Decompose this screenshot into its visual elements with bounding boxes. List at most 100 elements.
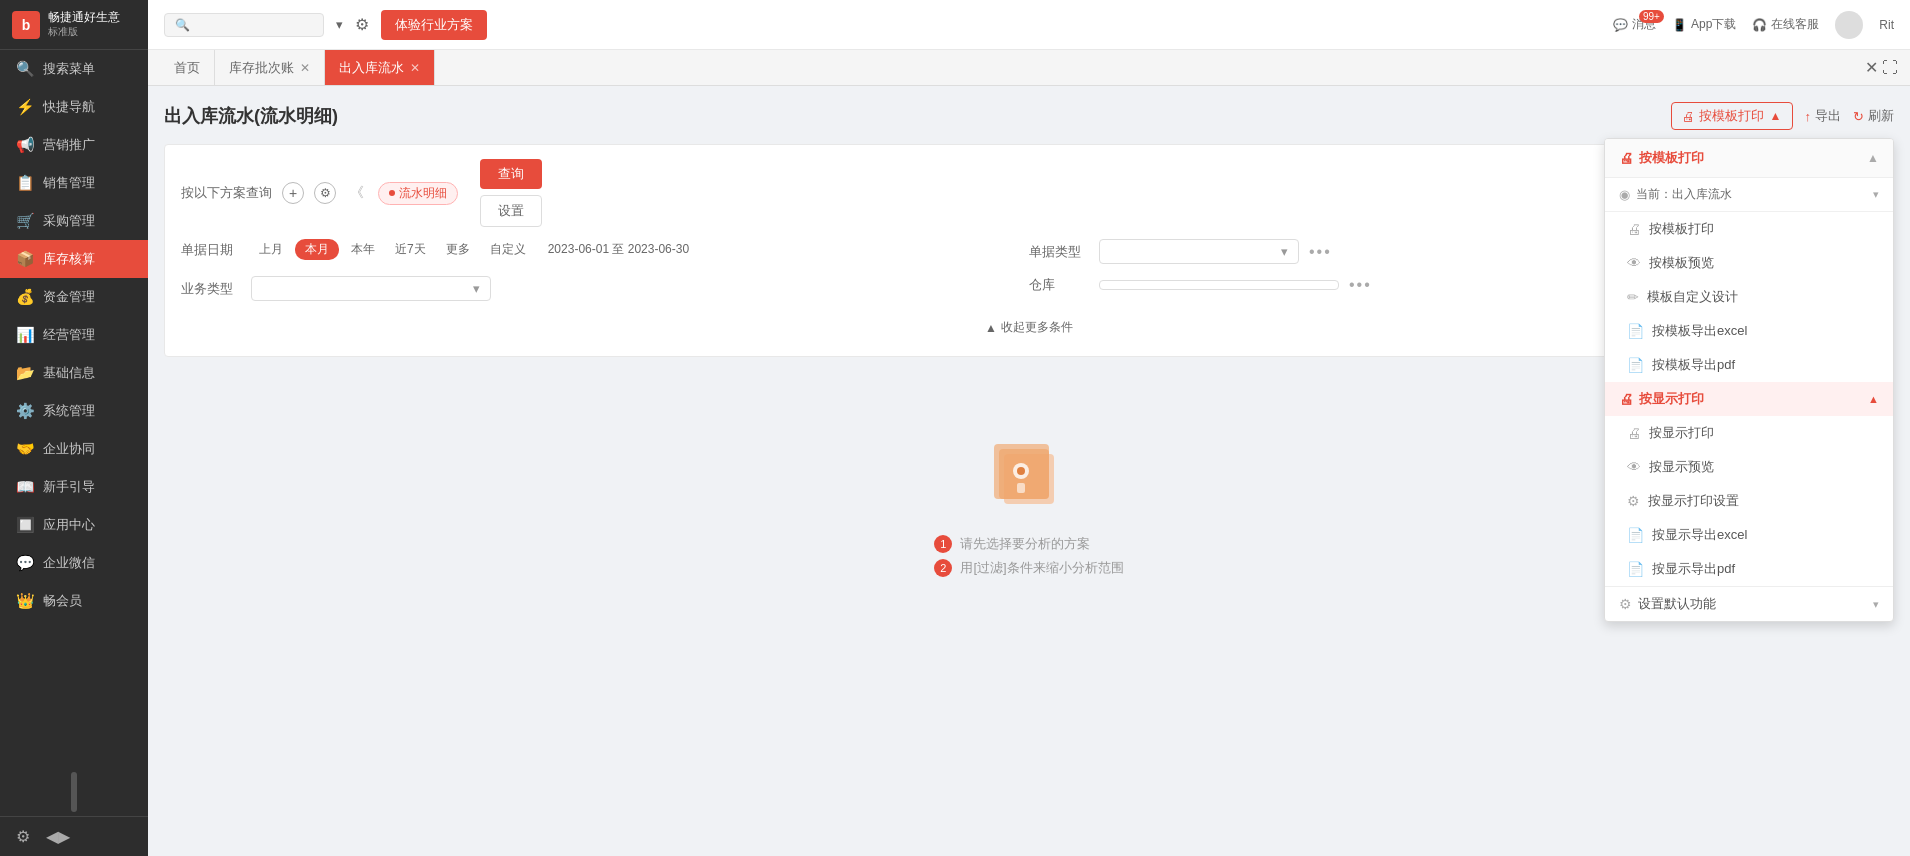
print-icon: 🖨 [1682, 109, 1695, 124]
sidebar-item-sales[interactable]: 📋 销售管理 [0, 164, 148, 202]
message-button[interactable]: 💬 消息 99+ [1613, 16, 1656, 33]
settings-button[interactable]: 设置 [480, 195, 542, 227]
pd-item-export-pdf-display[interactable]: 📄 按显示导出pdf [1605, 552, 1893, 586]
pd-item-print-display[interactable]: 🖨 按显示打印 [1605, 416, 1893, 450]
sidebar-item-inventory[interactable]: 📦 库存核算 [0, 240, 148, 278]
step-1: 1 请先选择要分析的方案 [934, 535, 1123, 553]
sidebar-item-label: 基础信息 [43, 364, 95, 382]
search-box[interactable]: 🔍 [164, 13, 324, 37]
online-service-button[interactable]: 🎧 在线客服 [1752, 16, 1819, 33]
enterprise-icon: 🤝 [16, 440, 35, 458]
display-section-title: 🖨 按显示打印 [1619, 390, 1704, 408]
sidebar-item-enterprise[interactable]: 🤝 企业协同 [0, 430, 148, 468]
print-dropdown-collapse-icon[interactable]: ▲ [1867, 151, 1879, 165]
collapse-sidebar-icon[interactable]: ◀▶ [46, 827, 70, 846]
print-chevron-icon[interactable]: ▲ [1770, 109, 1782, 123]
main-area: 🔍 ▾ ⚙ 体验行业方案 💬 消息 99+ 📱 App下载 🎧 在线客服 Rit [148, 0, 1910, 856]
pd-item-print-template[interactable]: 🖨 按模板打印 [1605, 212, 1893, 246]
query-button[interactable]: 查询 [480, 159, 542, 189]
refresh-button[interactable]: ↻ 刷新 [1853, 107, 1894, 125]
expand-tabs-button[interactable]: ⛶ [1882, 59, 1898, 77]
inventory-icon: 📦 [16, 250, 35, 268]
design-item-icon: ✏ [1627, 289, 1639, 305]
tab-batch-account[interactable]: 库存批次账 ✕ [215, 50, 325, 85]
filter-collapse-button[interactable]: 《 [346, 182, 368, 204]
sidebar-item-wechat[interactable]: 💬 企业微信 [0, 544, 148, 582]
filter-add-button[interactable]: + [282, 182, 304, 204]
export-button[interactable]: ↑ 导出 [1805, 107, 1842, 125]
sidebar-item-basics[interactable]: 📂 基础信息 [0, 354, 148, 392]
sidebar-item-marketing[interactable]: 📢 营销推广 [0, 126, 148, 164]
biz-type-select[interactable]: ▾ [251, 276, 491, 301]
footer-chevron-icon[interactable]: ▾ [1873, 598, 1879, 611]
print-current-template[interactable]: ◉ 当前：出入库流水 ▾ [1605, 178, 1893, 212]
date-opt-7days[interactable]: 近7天 [387, 239, 434, 260]
date-opt-custom[interactable]: 自定义 [482, 239, 534, 260]
warehouse-select[interactable] [1099, 280, 1339, 290]
doc-type-more-icon[interactable]: ••• [1309, 243, 1332, 261]
print-title-icon: 🖨 [1619, 150, 1633, 166]
date-opt-prev-month[interactable]: 上月 [251, 239, 291, 260]
sidebar-item-label: 应用中心 [43, 516, 95, 534]
print-display-icon: 🖨 [1627, 425, 1641, 441]
sidebar-item-member[interactable]: 👑 畅会员 [0, 582, 148, 620]
trial-button[interactable]: 体验行业方案 [381, 10, 487, 40]
warehouse-more-icon[interactable]: ••• [1349, 276, 1372, 294]
avatar[interactable] [1835, 11, 1863, 39]
sidebar-item-label: 资金管理 [43, 288, 95, 306]
pd-item-preview-display[interactable]: 👁 按显示预览 [1605, 450, 1893, 484]
current-template-chevron-icon[interactable]: ▾ [1873, 188, 1879, 201]
tab-home[interactable]: 首页 [160, 50, 215, 85]
service-icon: 🎧 [1752, 18, 1767, 32]
close-all-tabs-button[interactable]: ✕ [1865, 58, 1878, 77]
display-section-chevron-icon[interactable]: ▲ [1868, 393, 1879, 405]
sidebar-item-app-center[interactable]: 🔲 应用中心 [0, 506, 148, 544]
svg-rect-5 [1017, 483, 1025, 493]
sidebar-item-guide[interactable]: 📖 新手引导 [0, 468, 148, 506]
step-2: 2 用[过滤]条件来缩小分析范围 [934, 559, 1123, 577]
step-2-text: 用[过滤]条件来缩小分析范围 [960, 559, 1123, 577]
date-range-display: 2023-06-01 至 2023-06-30 [548, 241, 689, 258]
pdf-item-icon: 📄 [1627, 357, 1644, 373]
sidebar-item-system[interactable]: ⚙️ 系统管理 [0, 392, 148, 430]
settings-gear-icon[interactable]: ⚙ [16, 827, 30, 846]
tab-inout-flow[interactable]: 出入库流水 ✕ [325, 50, 435, 85]
operations-icon: 📊 [16, 326, 35, 344]
marketing-icon: 📢 [16, 136, 35, 154]
tab-close-active-icon[interactable]: ✕ [410, 61, 420, 75]
pd-item-preview-template[interactable]: 👁 按模板预览 [1605, 246, 1893, 280]
sidebar-item-label: 快捷导航 [43, 98, 95, 116]
svg-point-4 [1017, 467, 1025, 475]
date-opt-this-year[interactable]: 本年 [343, 239, 383, 260]
pd-item-export-pdf-template[interactable]: 📄 按模板导出pdf [1605, 348, 1893, 382]
dropdown-icon[interactable]: ▾ [336, 17, 343, 32]
biz-type-filter-field: 业务类型 ▾ [181, 276, 1029, 301]
sidebar-item-search[interactable]: 🔍 搜索菜单 [0, 50, 148, 88]
sidebar-item-quick-nav[interactable]: ⚡ 快捷导航 [0, 88, 148, 126]
sidebar-item-funds[interactable]: 💰 资金管理 [0, 278, 148, 316]
tab-close-icon[interactable]: ✕ [300, 61, 310, 75]
pd-item-export-excel-display[interactable]: 📄 按显示导出excel [1605, 518, 1893, 552]
pd-item-custom-design[interactable]: ✏ 模板自定义设计 [1605, 280, 1893, 314]
filter-settings-button[interactable]: ⚙ [314, 182, 336, 204]
sales-icon: 📋 [16, 174, 35, 192]
settings-display-icon: ⚙ [1627, 493, 1640, 509]
biz-type-chevron-icon: ▾ [473, 281, 480, 296]
print-display-section-header[interactable]: 🖨 按显示打印 ▲ [1605, 382, 1893, 416]
search-input[interactable] [196, 18, 313, 32]
guide-icon: 📖 [16, 478, 35, 496]
print-template-button[interactable]: 🖨 按模板打印 ▲ [1671, 102, 1793, 130]
step-1-text: 请先选择要分析的方案 [960, 535, 1090, 553]
date-opt-this-month[interactable]: 本月 [295, 239, 339, 260]
gear-icon[interactable]: ⚙ [355, 15, 369, 34]
pd-item-print-settings-display[interactable]: ⚙ 按显示打印设置 [1605, 484, 1893, 518]
date-opt-more[interactable]: 更多 [438, 239, 478, 260]
tab-label: 首页 [174, 59, 200, 77]
sidebar-item-purchase[interactable]: 🛒 采购管理 [0, 202, 148, 240]
app-download-button[interactable]: 📱 App下载 [1672, 16, 1736, 33]
pd-item-export-excel-template[interactable]: 📄 按模板导出excel [1605, 314, 1893, 348]
filter-label: 按以下方案查询 [181, 184, 272, 202]
doc-type-select[interactable]: ▾ [1099, 239, 1299, 264]
sidebar-item-operations[interactable]: 📊 经营管理 [0, 316, 148, 354]
set-default-function-button[interactable]: ⚙ 设置默认功能 ▾ [1605, 586, 1893, 621]
